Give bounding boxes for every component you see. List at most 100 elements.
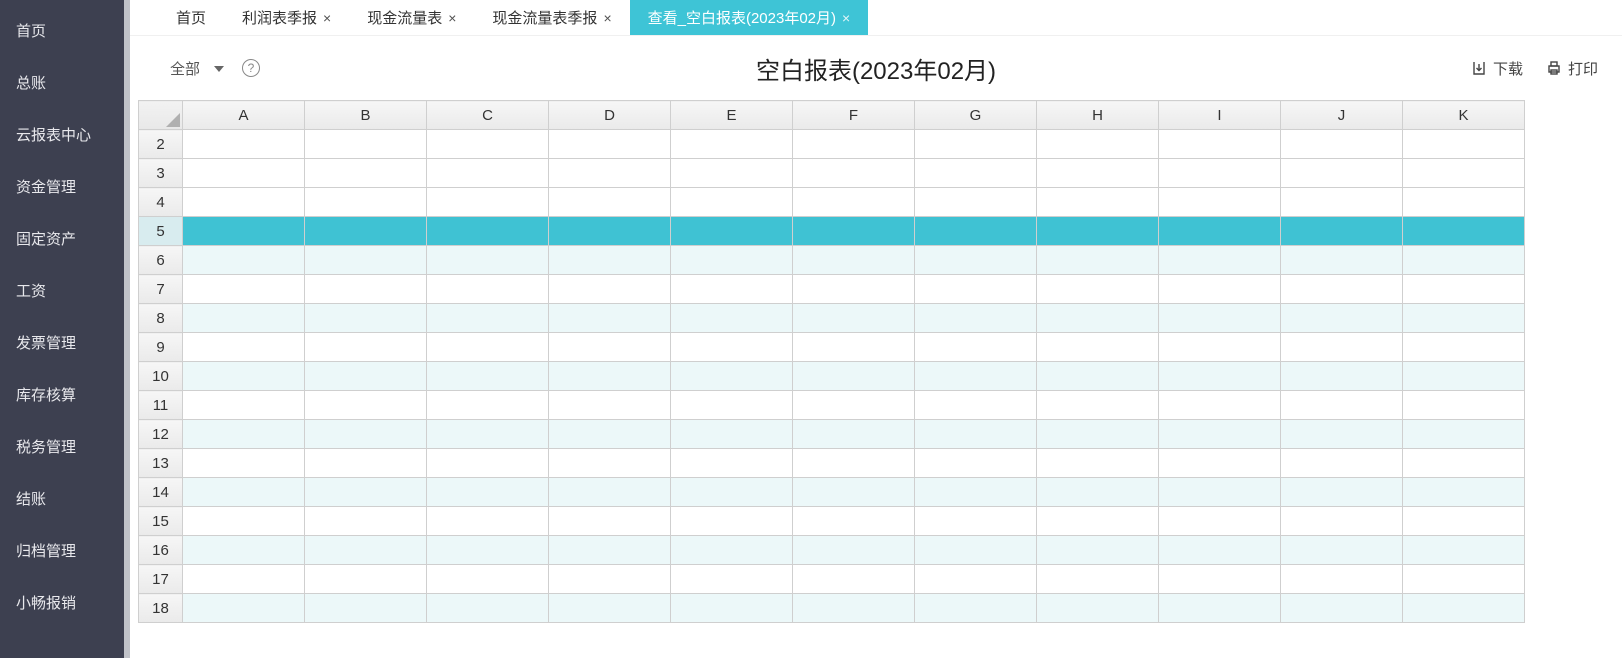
cell-H10[interactable] bbox=[1037, 362, 1159, 391]
cell-F9[interactable] bbox=[793, 333, 915, 362]
close-icon[interactable]: × bbox=[603, 10, 611, 26]
row-header-6[interactable]: 6 bbox=[139, 246, 183, 275]
cell-E17[interactable] bbox=[671, 565, 793, 594]
close-icon[interactable]: × bbox=[448, 10, 456, 26]
cell-F8[interactable] bbox=[793, 304, 915, 333]
cell-I18[interactable] bbox=[1159, 594, 1281, 623]
filter-dropdown[interactable]: 全部 ? bbox=[170, 58, 260, 79]
cell-H9[interactable] bbox=[1037, 333, 1159, 362]
cell-A17[interactable] bbox=[183, 565, 305, 594]
cell-D6[interactable] bbox=[549, 246, 671, 275]
sidebar-item-1[interactable]: 总账 bbox=[0, 56, 124, 108]
cell-J5[interactable] bbox=[1281, 217, 1403, 246]
select-all-corner[interactable] bbox=[139, 101, 183, 130]
cell-D14[interactable] bbox=[549, 478, 671, 507]
cell-K3[interactable] bbox=[1403, 159, 1525, 188]
column-header-D[interactable]: D bbox=[549, 101, 671, 130]
row-header-14[interactable]: 14 bbox=[139, 478, 183, 507]
cell-G2[interactable] bbox=[915, 130, 1037, 159]
cell-C13[interactable] bbox=[427, 449, 549, 478]
cell-I12[interactable] bbox=[1159, 420, 1281, 449]
row-header-16[interactable]: 16 bbox=[139, 536, 183, 565]
cell-H7[interactable] bbox=[1037, 275, 1159, 304]
cell-A6[interactable] bbox=[183, 246, 305, 275]
cell-F3[interactable] bbox=[793, 159, 915, 188]
cell-B7[interactable] bbox=[305, 275, 427, 304]
cell-I7[interactable] bbox=[1159, 275, 1281, 304]
cell-A15[interactable] bbox=[183, 507, 305, 536]
cell-K5[interactable] bbox=[1403, 217, 1525, 246]
cell-J15[interactable] bbox=[1281, 507, 1403, 536]
tab-0[interactable]: 首页 bbox=[158, 0, 224, 35]
cell-B8[interactable] bbox=[305, 304, 427, 333]
row-header-17[interactable]: 17 bbox=[139, 565, 183, 594]
cell-E16[interactable] bbox=[671, 536, 793, 565]
sidebar-item-10[interactable]: 归档管理 bbox=[0, 524, 124, 576]
cell-D3[interactable] bbox=[549, 159, 671, 188]
row-header-8[interactable]: 8 bbox=[139, 304, 183, 333]
row-header-3[interactable]: 3 bbox=[139, 159, 183, 188]
row-header-11[interactable]: 11 bbox=[139, 391, 183, 420]
cell-G9[interactable] bbox=[915, 333, 1037, 362]
cell-C6[interactable] bbox=[427, 246, 549, 275]
cell-C18[interactable] bbox=[427, 594, 549, 623]
cell-D11[interactable] bbox=[549, 391, 671, 420]
cell-F4[interactable] bbox=[793, 188, 915, 217]
cell-J9[interactable] bbox=[1281, 333, 1403, 362]
cell-A13[interactable] bbox=[183, 449, 305, 478]
column-header-J[interactable]: J bbox=[1281, 101, 1403, 130]
cell-I16[interactable] bbox=[1159, 536, 1281, 565]
cell-B10[interactable] bbox=[305, 362, 427, 391]
cell-E11[interactable] bbox=[671, 391, 793, 420]
cell-A10[interactable] bbox=[183, 362, 305, 391]
cell-E14[interactable] bbox=[671, 478, 793, 507]
cell-I9[interactable] bbox=[1159, 333, 1281, 362]
cell-E10[interactable] bbox=[671, 362, 793, 391]
cell-I8[interactable] bbox=[1159, 304, 1281, 333]
cell-I6[interactable] bbox=[1159, 246, 1281, 275]
column-header-A[interactable]: A bbox=[183, 101, 305, 130]
cell-K2[interactable] bbox=[1403, 130, 1525, 159]
cell-G18[interactable] bbox=[915, 594, 1037, 623]
cell-A4[interactable] bbox=[183, 188, 305, 217]
cell-J8[interactable] bbox=[1281, 304, 1403, 333]
cell-D10[interactable] bbox=[549, 362, 671, 391]
sidebar-item-2[interactable]: 云报表中心 bbox=[0, 108, 124, 160]
sidebar-item-0[interactable]: 首页 bbox=[0, 4, 124, 56]
cell-B16[interactable] bbox=[305, 536, 427, 565]
cell-E18[interactable] bbox=[671, 594, 793, 623]
cell-G12[interactable] bbox=[915, 420, 1037, 449]
cell-D12[interactable] bbox=[549, 420, 671, 449]
cell-A18[interactable] bbox=[183, 594, 305, 623]
cell-K12[interactable] bbox=[1403, 420, 1525, 449]
cell-A7[interactable] bbox=[183, 275, 305, 304]
cell-D2[interactable] bbox=[549, 130, 671, 159]
cell-G10[interactable] bbox=[915, 362, 1037, 391]
cell-K6[interactable] bbox=[1403, 246, 1525, 275]
column-header-H[interactable]: H bbox=[1037, 101, 1159, 130]
cell-H4[interactable] bbox=[1037, 188, 1159, 217]
cell-H8[interactable] bbox=[1037, 304, 1159, 333]
cell-A3[interactable] bbox=[183, 159, 305, 188]
sidebar-item-6[interactable]: 发票管理 bbox=[0, 316, 124, 368]
cell-E6[interactable] bbox=[671, 246, 793, 275]
cell-D7[interactable] bbox=[549, 275, 671, 304]
cell-J4[interactable] bbox=[1281, 188, 1403, 217]
cell-K9[interactable] bbox=[1403, 333, 1525, 362]
cell-F16[interactable] bbox=[793, 536, 915, 565]
cell-F10[interactable] bbox=[793, 362, 915, 391]
cell-G8[interactable] bbox=[915, 304, 1037, 333]
cell-E9[interactable] bbox=[671, 333, 793, 362]
close-icon[interactable]: × bbox=[323, 10, 331, 26]
help-icon[interactable]: ? bbox=[242, 59, 260, 77]
cell-K16[interactable] bbox=[1403, 536, 1525, 565]
cell-D18[interactable] bbox=[549, 594, 671, 623]
cell-K8[interactable] bbox=[1403, 304, 1525, 333]
cell-F14[interactable] bbox=[793, 478, 915, 507]
cell-E13[interactable] bbox=[671, 449, 793, 478]
cell-F2[interactable] bbox=[793, 130, 915, 159]
cell-B3[interactable] bbox=[305, 159, 427, 188]
sidebar-item-4[interactable]: 固定资产 bbox=[0, 212, 124, 264]
column-header-I[interactable]: I bbox=[1159, 101, 1281, 130]
cell-F12[interactable] bbox=[793, 420, 915, 449]
